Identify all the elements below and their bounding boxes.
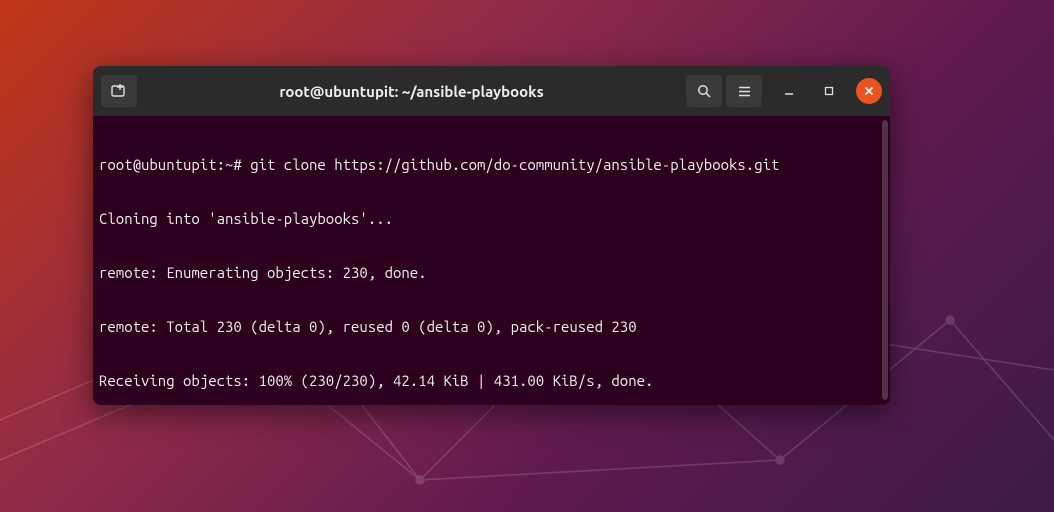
maximize-button[interactable] <box>816 78 842 104</box>
terminal-window: root@ubuntupit: ~/ansible-playbooks <box>93 66 890 405</box>
terminal-line: Receiving objects: 100% (230/230), 42.14… <box>99 372 884 390</box>
new-tab-icon <box>111 83 127 99</box>
scrollbar[interactable] <box>882 120 888 400</box>
window-title: root@ubuntupit: ~/ansible-playbooks <box>141 83 682 100</box>
terminal-line: remote: Total 230 (delta 0), reused 0 (d… <box>99 318 884 336</box>
terminal-line: root@ubuntupit:~# git clone https://gith… <box>99 156 884 174</box>
hamburger-icon <box>737 84 752 99</box>
terminal-body[interactable]: root@ubuntupit:~# git clone https://gith… <box>93 116 890 405</box>
menu-button[interactable] <box>726 75 762 107</box>
minimize-button[interactable] <box>776 78 802 104</box>
close-button[interactable] <box>856 78 882 104</box>
search-button[interactable] <box>686 75 722 107</box>
search-icon <box>697 84 712 99</box>
new-tab-button[interactable] <box>101 75 137 107</box>
titlebar: root@ubuntupit: ~/ansible-playbooks <box>93 66 890 116</box>
minimize-icon <box>784 86 794 96</box>
terminal-line: remote: Enumerating objects: 230, done. <box>99 264 884 282</box>
maximize-icon <box>824 86 834 96</box>
terminal-line: Cloning into 'ansible-playbooks'... <box>99 210 884 228</box>
close-icon <box>864 86 874 96</box>
